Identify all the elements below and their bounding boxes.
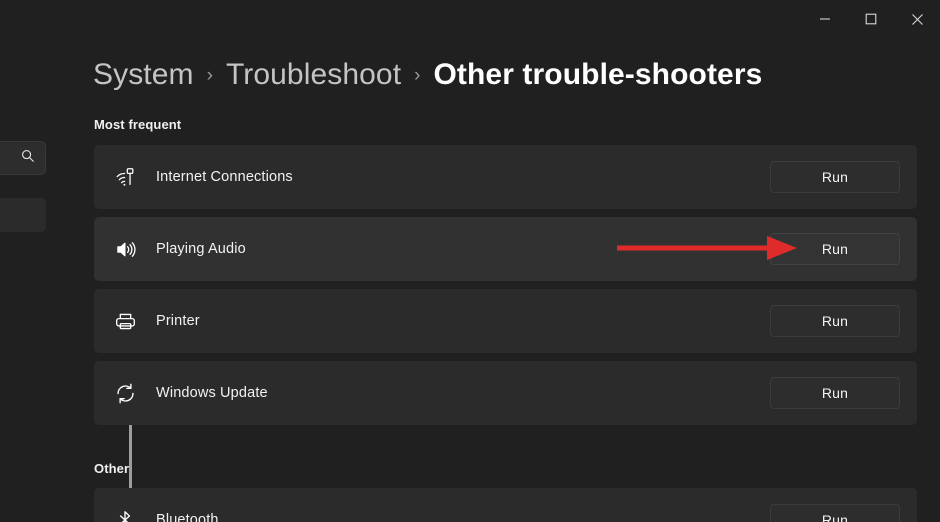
wifi-signal-icon bbox=[94, 166, 156, 188]
section-header-other: Other bbox=[94, 461, 130, 476]
troubleshooter-label: Bluetooth bbox=[156, 512, 219, 522]
settings-window: System › Troubleshoot › Other trouble-sh… bbox=[0, 0, 940, 522]
maximize-button[interactable] bbox=[848, 0, 894, 38]
minimize-button[interactable] bbox=[802, 0, 848, 38]
troubleshooter-label: Internet Connections bbox=[156, 169, 293, 185]
run-button-playing-audio[interactable]: Run bbox=[770, 233, 900, 265]
troubleshooter-label: Playing Audio bbox=[156, 241, 246, 257]
run-button-bluetooth[interactable]: Run bbox=[770, 504, 900, 522]
breadcrumb-item-current: Other trouble-shooters bbox=[433, 58, 763, 91]
breadcrumb-item-troubleshoot[interactable]: Troubleshoot bbox=[226, 58, 401, 92]
sidebar-search-box[interactable] bbox=[0, 141, 46, 175]
breadcrumb-item-system[interactable]: System bbox=[93, 58, 194, 92]
troubleshooter-row-windows-update[interactable]: Windows Update Run bbox=[94, 361, 917, 425]
speaker-icon bbox=[94, 238, 156, 261]
troubleshooter-row-bluetooth[interactable]: Bluetooth Run bbox=[94, 488, 917, 522]
troubleshooter-label: Windows Update bbox=[156, 385, 268, 401]
run-button-printer[interactable]: Run bbox=[770, 305, 900, 337]
bluetooth-icon bbox=[94, 509, 156, 522]
run-button-internet-connections[interactable]: Run bbox=[770, 161, 900, 193]
maximize-icon bbox=[865, 13, 877, 25]
sidebar-item-partial[interactable] bbox=[0, 198, 46, 232]
breadcrumb: System › Troubleshoot › Other trouble-sh… bbox=[93, 58, 762, 92]
troubleshooter-row-printer[interactable]: Printer Run bbox=[94, 289, 917, 353]
troubleshooter-label: Printer bbox=[156, 313, 200, 329]
run-button-windows-update[interactable]: Run bbox=[770, 377, 900, 409]
search-icon bbox=[21, 149, 35, 168]
troubleshooter-row-playing-audio[interactable]: Playing Audio Run bbox=[94, 217, 917, 281]
refresh-sync-icon bbox=[94, 382, 156, 405]
close-icon bbox=[911, 13, 924, 26]
chevron-right-icon: › bbox=[414, 65, 421, 86]
title-bar bbox=[0, 0, 940, 38]
close-button[interactable] bbox=[894, 0, 940, 38]
content-scrollbar[interactable] bbox=[64, 200, 132, 522]
troubleshooter-row-internet-connections[interactable]: Internet Connections Run bbox=[94, 145, 917, 209]
minimize-icon bbox=[819, 13, 831, 25]
chevron-right-icon: › bbox=[206, 65, 213, 86]
window-controls bbox=[802, 0, 940, 38]
section-header-most-frequent: Most frequent bbox=[94, 117, 182, 132]
printer-icon bbox=[94, 310, 156, 333]
